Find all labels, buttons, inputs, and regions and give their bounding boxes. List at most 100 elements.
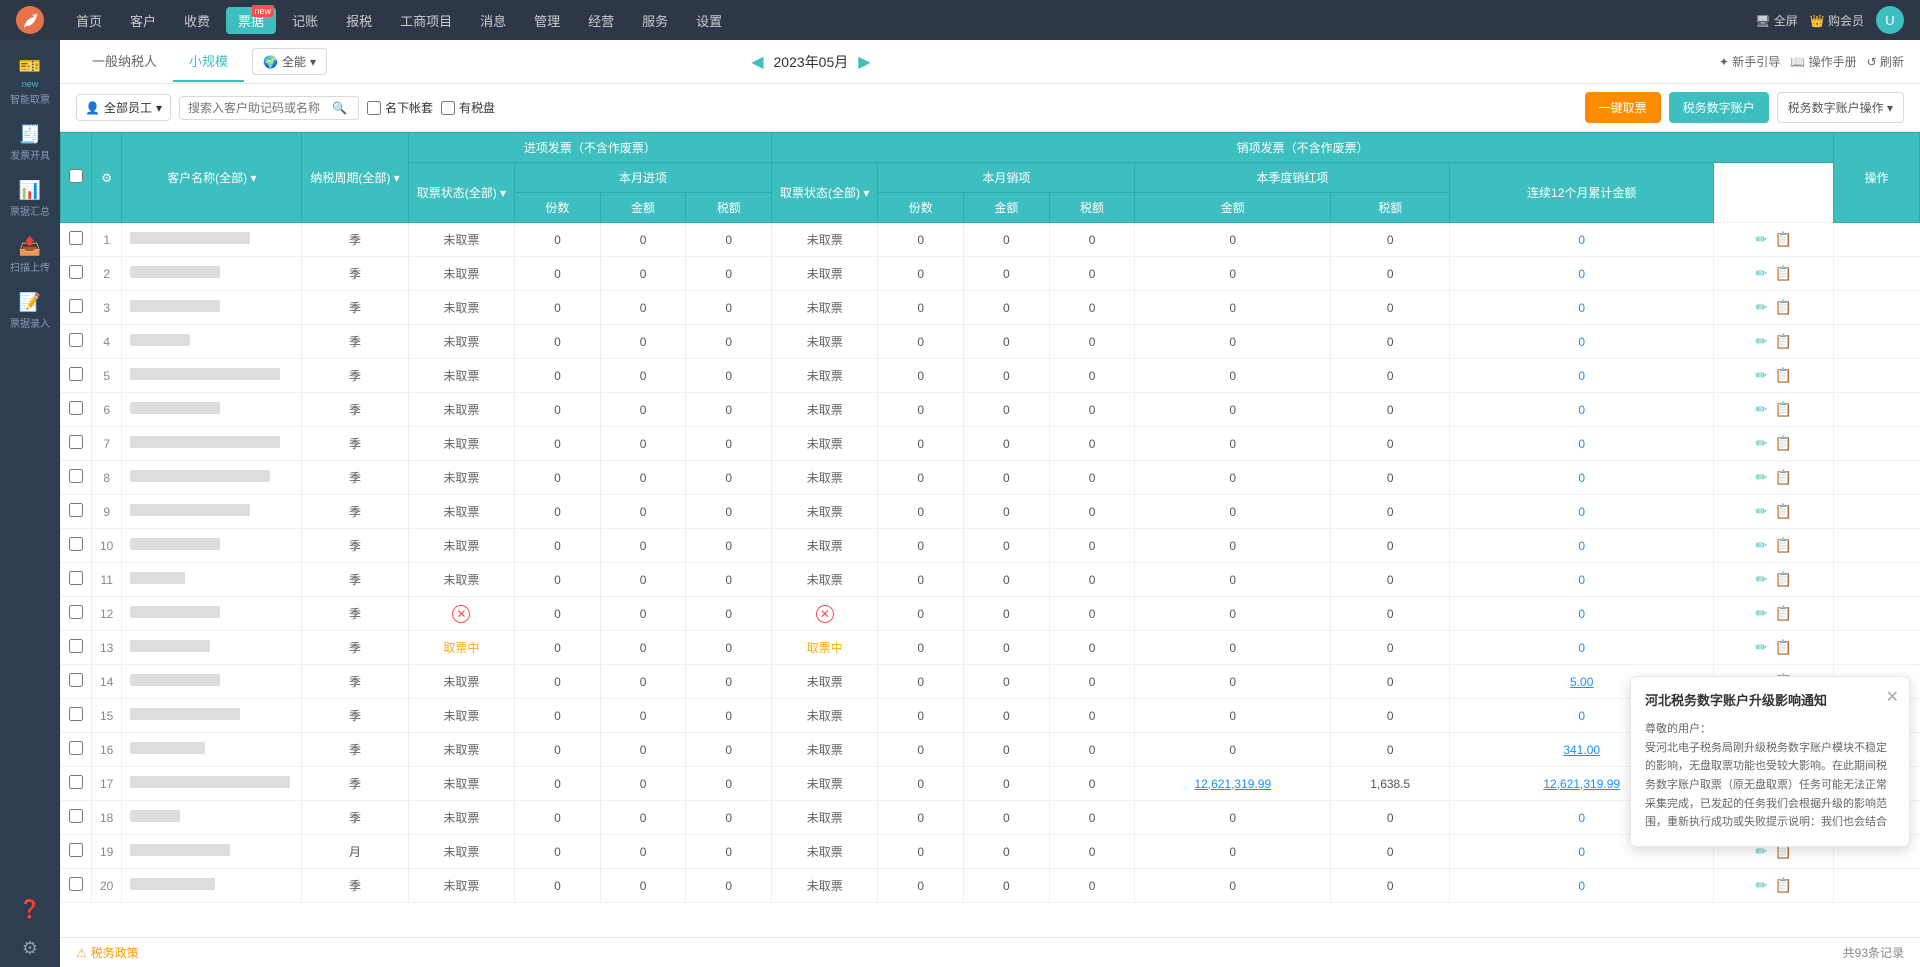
new-guide-btn[interactable]: ✦ 新手引导 bbox=[1719, 53, 1780, 70]
row-checkbox[interactable] bbox=[69, 367, 83, 381]
tab-general-taxpayer[interactable]: 一般纳税人 bbox=[76, 41, 173, 82]
sidebar-item-scan-upload[interactable]: 📤 扫描上传 bbox=[0, 228, 60, 282]
search-icon[interactable]: 🔍 bbox=[332, 101, 347, 115]
sidebar-item-bottom-2[interactable]: ⚙ bbox=[0, 930, 60, 967]
cell-checkbox[interactable] bbox=[61, 223, 92, 257]
th-tax-period[interactable]: 纳税周期(全部) ▾ bbox=[302, 133, 408, 223]
edit-btn[interactable]: ✏ bbox=[1753, 569, 1769, 590]
edit-btn[interactable]: ✏ bbox=[1753, 365, 1769, 386]
cell-checkbox[interactable] bbox=[61, 427, 92, 461]
copy-btn[interactable]: 📋 bbox=[1773, 331, 1794, 352]
copy-btn[interactable]: 📋 bbox=[1773, 365, 1794, 386]
copy-btn[interactable]: 📋 bbox=[1773, 603, 1794, 624]
cell-checkbox[interactable] bbox=[61, 563, 92, 597]
edit-btn[interactable]: ✏ bbox=[1753, 297, 1769, 318]
period-prev-btn[interactable]: ◀ bbox=[751, 52, 763, 72]
row-checkbox[interactable] bbox=[69, 877, 83, 891]
edit-btn[interactable]: ✏ bbox=[1753, 433, 1769, 454]
nav-commerce[interactable]: 工商项目 bbox=[388, 7, 464, 34]
nav-accounting[interactable]: 记账 bbox=[280, 7, 330, 34]
row-checkbox[interactable] bbox=[69, 299, 83, 313]
manual-btn[interactable]: 📖 操作手册 bbox=[1790, 53, 1856, 70]
th-out-status[interactable]: 取票状态(全部) ▾ bbox=[772, 163, 878, 223]
member-btn[interactable]: 👑 购会员 bbox=[1810, 12, 1864, 29]
copy-btn[interactable]: 📋 bbox=[1773, 399, 1794, 420]
copy-btn[interactable]: 📋 bbox=[1773, 569, 1794, 590]
tax-disk-checkbox[interactable] bbox=[441, 101, 455, 115]
subledger-checkbox[interactable] bbox=[367, 101, 381, 115]
tax-policy-link[interactable]: 税务政策 bbox=[91, 944, 139, 961]
sidebar-item-invoice-open[interactable]: 🧾 发票开具 bbox=[0, 116, 60, 170]
row-checkbox[interactable] bbox=[69, 707, 83, 721]
subledger-checkbox-label[interactable]: 名下帐套 bbox=[367, 99, 433, 116]
copy-btn[interactable]: 📋 bbox=[1773, 637, 1794, 658]
nav-settings[interactable]: 设置 bbox=[684, 7, 734, 34]
edit-btn[interactable]: ✏ bbox=[1753, 263, 1769, 284]
avatar[interactable]: U bbox=[1876, 6, 1904, 34]
copy-btn[interactable]: 📋 bbox=[1773, 501, 1794, 522]
cell-checkbox[interactable] bbox=[61, 325, 92, 359]
cell-checkbox[interactable] bbox=[61, 699, 92, 733]
nav-management[interactable]: 管理 bbox=[522, 7, 572, 34]
th-client-name[interactable]: 客户名称(全部) ▾ bbox=[122, 133, 302, 223]
row-checkbox[interactable] bbox=[69, 333, 83, 347]
edit-btn[interactable]: ✏ bbox=[1753, 637, 1769, 658]
tab-small-scale[interactable]: 小规模 bbox=[173, 41, 244, 82]
row-checkbox[interactable] bbox=[69, 775, 83, 789]
cell-checkbox[interactable] bbox=[61, 665, 92, 699]
copy-btn[interactable]: 📋 bbox=[1773, 263, 1794, 284]
nav-ticket[interactable]: 票据 new bbox=[226, 7, 276, 34]
cell-checkbox[interactable] bbox=[61, 597, 92, 631]
tab-all[interactable]: 🌍 全能 ▾ bbox=[252, 48, 327, 75]
cell-checkbox[interactable] bbox=[61, 767, 92, 801]
cell-checkbox[interactable] bbox=[61, 291, 92, 325]
copy-btn[interactable]: 📋 bbox=[1773, 467, 1794, 488]
copy-btn[interactable]: 📋 bbox=[1773, 297, 1794, 318]
row-checkbox[interactable] bbox=[69, 605, 83, 619]
search-input[interactable] bbox=[188, 101, 328, 115]
fullscreen-btn[interactable]: 🖥 全屏 bbox=[1755, 12, 1798, 29]
employee-select[interactable]: 👤 全部员工 ▾ bbox=[76, 94, 171, 121]
th-in-status[interactable]: 取票状态(全部) ▾ bbox=[408, 163, 514, 223]
copy-btn[interactable]: 📋 bbox=[1773, 229, 1794, 250]
edit-btn[interactable]: ✏ bbox=[1753, 501, 1769, 522]
row-checkbox[interactable] bbox=[69, 741, 83, 755]
row-checkbox[interactable] bbox=[69, 673, 83, 687]
row-checkbox[interactable] bbox=[69, 537, 83, 551]
cell-checkbox[interactable] bbox=[61, 631, 92, 665]
row-checkbox[interactable] bbox=[69, 809, 83, 823]
row-checkbox[interactable] bbox=[69, 843, 83, 857]
cell-checkbox[interactable] bbox=[61, 393, 92, 427]
edit-btn[interactable]: ✏ bbox=[1753, 467, 1769, 488]
copy-btn[interactable]: 📋 bbox=[1773, 535, 1794, 556]
cell-checkbox[interactable] bbox=[61, 869, 92, 903]
cell-checkbox[interactable] bbox=[61, 359, 92, 393]
tax-digital-account-op-btn[interactable]: 税务数字账户操作 ▾ bbox=[1777, 92, 1904, 123]
cell-checkbox[interactable] bbox=[61, 529, 92, 563]
row-checkbox[interactable] bbox=[69, 231, 83, 245]
cell-checkbox[interactable] bbox=[61, 733, 92, 767]
sidebar-item-bottom-1[interactable]: ❓ bbox=[0, 891, 60, 928]
sidebar-item-smart-ticket[interactable]: 🎫 new 智能取票 bbox=[0, 48, 60, 114]
cell-checkbox[interactable] bbox=[61, 461, 92, 495]
edit-btn[interactable]: ✏ bbox=[1753, 535, 1769, 556]
row-checkbox[interactable] bbox=[69, 571, 83, 585]
row-checkbox[interactable] bbox=[69, 503, 83, 517]
row-checkbox[interactable] bbox=[69, 265, 83, 279]
th-settings[interactable]: ⚙ bbox=[92, 133, 122, 223]
edit-btn[interactable]: ✏ bbox=[1753, 331, 1769, 352]
tax-digital-account-btn[interactable]: 税务数字账户 bbox=[1669, 92, 1769, 123]
row-checkbox[interactable] bbox=[69, 435, 83, 449]
edit-btn[interactable]: ✏ bbox=[1753, 229, 1769, 250]
one-key-ticket-btn[interactable]: 一键取票 bbox=[1585, 92, 1661, 123]
logo[interactable] bbox=[16, 6, 44, 34]
edit-btn[interactable]: ✏ bbox=[1753, 875, 1769, 896]
row-checkbox[interactable] bbox=[69, 401, 83, 415]
cell-checkbox[interactable] bbox=[61, 495, 92, 529]
copy-btn[interactable]: 📋 bbox=[1773, 433, 1794, 454]
tax-disk-checkbox-label[interactable]: 有税盘 bbox=[441, 99, 495, 116]
nav-message[interactable]: 消息 bbox=[468, 7, 518, 34]
nav-service[interactable]: 服务 bbox=[630, 7, 680, 34]
edit-btn[interactable]: ✏ bbox=[1753, 603, 1769, 624]
nav-home[interactable]: 首页 bbox=[64, 7, 114, 34]
